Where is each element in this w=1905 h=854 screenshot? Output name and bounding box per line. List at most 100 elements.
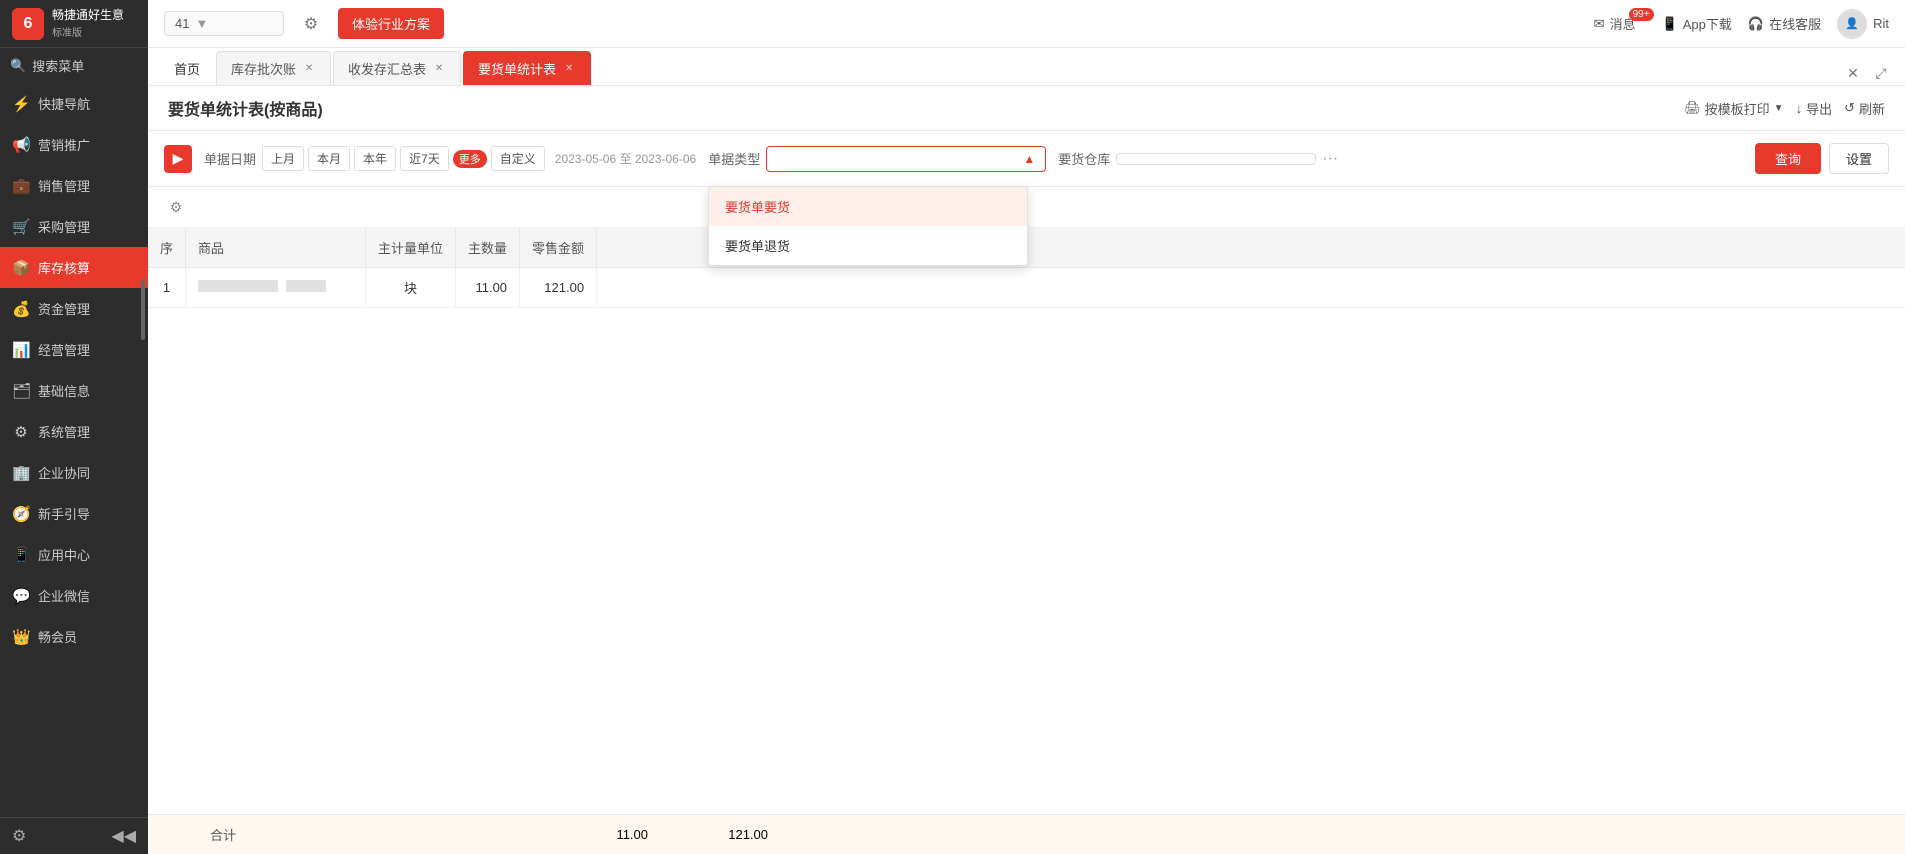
tab-home[interactable]: 首页 [160,51,214,85]
store-name: 41 [175,16,189,31]
date-btn-prev-month[interactable]: 上月 [262,146,304,171]
app-download-action[interactable]: 📱 App下载 [1662,14,1732,33]
tab-close-all-btn[interactable]: ✕ [1841,61,1865,85]
topbar-gear-button[interactable]: ⚙ [296,9,326,39]
sidebar: 6 畅捷通好生意 标准版 🔍 搜索菜单 ⚡ 快捷导航 📢 营销推广 💼 销售管理… [0,0,148,854]
row-product [186,268,366,308]
system-icon: ⚙ [12,423,30,441]
online-service-label: 在线客服 [1769,14,1821,33]
type-filter-label: 单据类型 [708,149,760,168]
footer-label: 合计 [210,825,236,844]
headset-icon: 🎧 [1748,16,1764,32]
refresh-btn[interactable]: ↺ 刷新 [1844,99,1885,118]
sidebar-search[interactable]: 🔍 搜索菜单 [0,48,148,83]
online-service-action[interactable]: 🎧 在线客服 [1748,14,1821,33]
tab-expand-btn[interactable]: ⤢ [1869,61,1893,85]
table-row: 1 块 11.00 121.00 [148,268,1905,308]
filter-expand-btn[interactable]: ▶ [164,145,192,173]
sidebar-item-apps[interactable]: 📱 应用中心 [0,534,148,575]
purchase-icon: 🛒 [12,218,30,236]
tab-inventory-batch-close[interactable]: ✕ [302,62,316,76]
type-filter-select[interactable]: ▲ [766,146,1046,172]
collapse-icon[interactable]: ◀◀ [111,826,136,846]
filter-bar: ▶ 单据日期 上月 本月 本年 近7天 更多 自定义 2023-05-06 至 … [148,131,1905,187]
date-more-btn[interactable]: 更多 [453,150,487,168]
sidebar-item-quick-nav[interactable]: ⚡ 快捷导航 [0,83,148,124]
dropdown-arrow-icon: ▼ [195,16,208,31]
settings-btn[interactable]: 设置 [1829,143,1889,174]
sidebar-item-member[interactable]: 👑 畅会员 [0,616,148,657]
dropdown-item-yaohuo-jinghuo[interactable]: 要货单要货 [709,187,1027,226]
date-filter-group: 单据日期 上月 本月 本年 近7天 更多 自定义 2023-05-06 至 20… [204,146,696,171]
export-btn[interactable]: ↓ 导出 [1796,99,1833,118]
sidebar-item-guide[interactable]: 🧭 新手引导 [0,493,148,534]
warehouse-filter-select[interactable] [1116,153,1316,165]
sidebar-label-inventory: 库存核算 [38,258,90,277]
sidebar-item-wechat[interactable]: 💬 企业微信 [0,575,148,616]
tab-collect-summary-label: 收发存汇总表 [348,59,426,78]
user-avatar: 👤 [1837,9,1867,39]
tab-collect-summary-close[interactable]: ✕ [432,62,446,76]
topbar: 41 ▼ ⚙ 体验行业方案 ✉ 消息 99+ 📱 App下载 🎧 在线客服 [148,0,1905,48]
sidebar-item-system[interactable]: ⚙ 系统管理 [0,411,148,452]
print-btn[interactable]: 🖨 按模板打印 ▼ [1684,99,1783,118]
tab-inventory-batch-label: 库存批次账 [231,59,296,78]
main-area: 41 ▼ ⚙ 体验行业方案 ✉ 消息 99+ 📱 App下载 🎧 在线客服 [148,0,1905,854]
date-btn-this-month[interactable]: 本月 [308,146,350,171]
row-unit: 块 [366,268,456,308]
dropdown-item-yaohuo-tuihuo[interactable]: 要货单退货 [709,226,1027,265]
sidebar-item-operations[interactable]: 📊 经营管理 [0,329,148,370]
app-download-label: App下载 [1683,14,1732,33]
tab-order-stats[interactable]: 要货单统计表 ✕ [463,51,591,85]
col-header-unit: 主计量单位 [366,228,456,268]
sidebar-label-marketing: 营销推广 [38,135,90,154]
messages-action[interactable]: ✉ 消息 99+ [1594,14,1646,33]
table-settings-icon[interactable]: ⚙ [164,195,188,219]
tab-inventory-batch[interactable]: 库存批次账 ✕ [216,51,331,85]
export-icon: ↓ [1796,101,1803,116]
warehouse-more-icon[interactable]: ··· [1322,150,1338,168]
sidebar-label-wechat: 企业微信 [38,586,90,605]
store-selector[interactable]: 41 ▼ [164,11,284,36]
query-btn[interactable]: 查询 [1755,143,1821,174]
sidebar-label-guide: 新手引导 [38,504,90,523]
sidebar-label-basics: 基础信息 [38,381,90,400]
logo-icon: 6 [12,8,44,40]
date-btn-last-7-days[interactable]: 近7天 [400,146,449,171]
tabs-right-actions: ✕ ⤢ [1841,61,1893,85]
sidebar-item-basics[interactable]: 🗂 基础信息 [0,370,148,411]
filter-actions: 查询 设置 [1755,143,1889,174]
user-info[interactable]: 👤 Rit [1837,9,1889,39]
sidebar-label-operations: 经营管理 [38,340,90,359]
sidebar-label-sales: 销售管理 [38,176,90,195]
sidebar-item-inventory[interactable]: 📦 库存核算 [0,247,148,288]
sidebar-item-enterprise[interactable]: 🏢 企业协同 [0,452,148,493]
col-header-seq: 序 [148,228,186,268]
trial-btn[interactable]: 体验行业方案 [338,8,444,39]
tabs-bar: 首页 库存批次账 ✕ 收发存汇总表 ✕ 要货单统计表 ✕ ✕ ⤢ [148,48,1905,86]
sidebar-label-system: 系统管理 [38,422,90,441]
sidebar-item-finance[interactable]: 💰 资金管理 [0,288,148,329]
sidebar-label-finance: 资金管理 [38,299,90,318]
sidebar-label-quick-nav: 快捷导航 [38,94,90,113]
inventory-icon: 📦 [12,259,30,277]
messages-badge: 99+ [1629,8,1654,21]
col-header-qty: 主数量 [456,228,520,268]
tab-collect-summary[interactable]: 收发存汇总表 ✕ [333,51,461,85]
footer-qty: 11.00 [528,827,648,842]
message-icon: ✉ [1594,16,1605,32]
date-btn-this-year[interactable]: 本年 [354,146,396,171]
date-shortcuts: 上月 本月 本年 近7天 更多 自定义 [262,146,545,171]
sidebar-label-purchase: 采购管理 [38,217,90,236]
tab-order-stats-close[interactable]: ✕ [562,62,576,76]
sidebar-item-sales[interactable]: 💼 销售管理 [0,165,148,206]
print-arrow-icon: ▼ [1774,103,1784,114]
date-custom-btn[interactable]: 自定义 [491,146,545,171]
sidebar-item-marketing[interactable]: 📢 营销推广 [0,124,148,165]
settings-icon[interactable]: ⚙ [12,826,26,846]
sidebar-item-purchase[interactable]: 🛒 采购管理 [0,206,148,247]
sidebar-label-enterprise: 企业协同 [38,463,90,482]
enterprise-icon: 🏢 [12,464,30,482]
phone-icon: 📱 [1662,16,1678,32]
refresh-label: 刷新 [1859,99,1885,118]
